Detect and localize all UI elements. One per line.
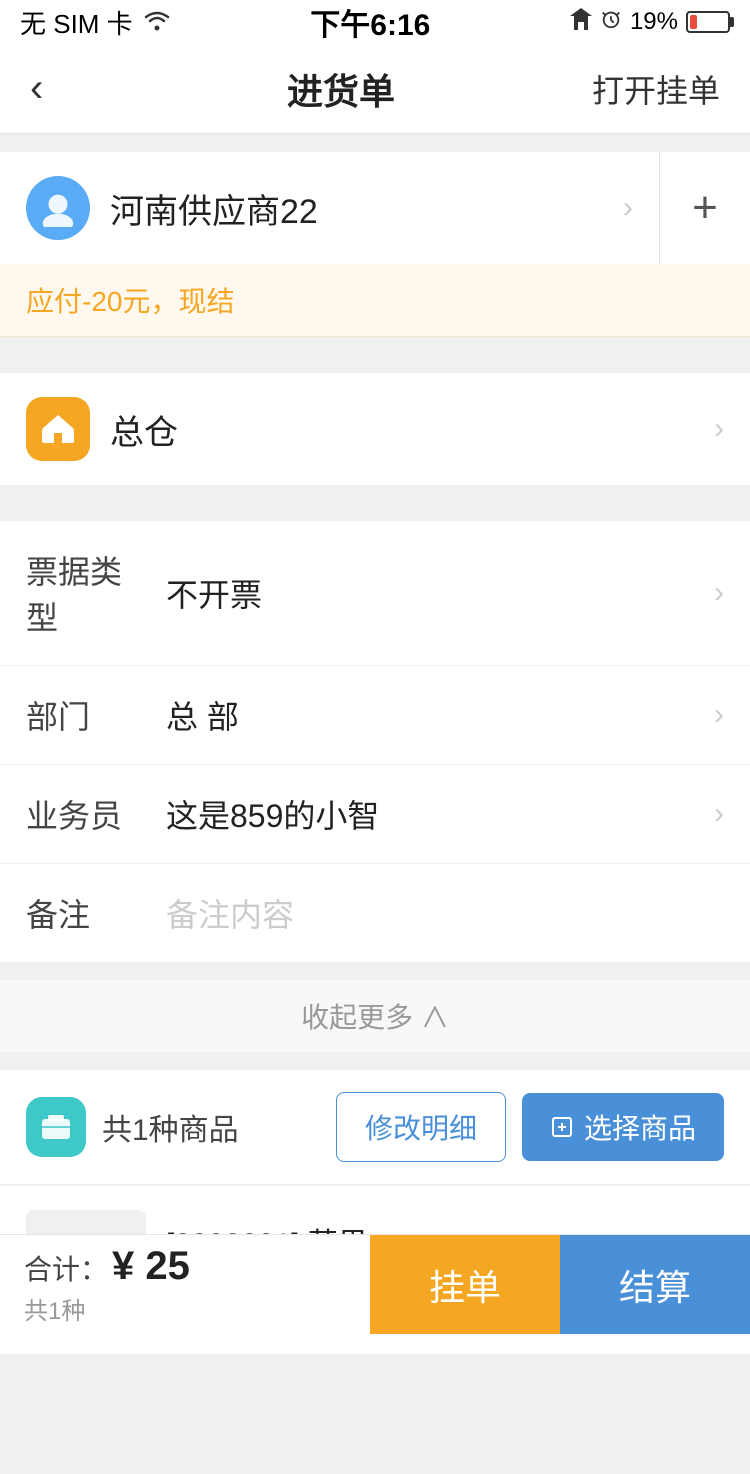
invoice-type-value: 不开票 [146,570,714,616]
supplier-chevron-icon: › [623,191,633,225]
select-product-label: 选择商品 [584,1107,696,1147]
battery-label: 19% [630,8,678,36]
edit-detail-button[interactable]: 修改明细 [336,1092,506,1162]
bottom-bar: 合计： ¥ 25 共1种 挂单 结算 [0,1234,750,1334]
department-row[interactable]: 部门 总 部 › [0,666,750,765]
supplier-name: 河南供应商22 [110,184,613,233]
total-row: 合计： ¥ 25 [24,1244,346,1289]
product-header: 共1种商品 修改明细 选择商品 [0,1070,750,1184]
bottom-spacer [0,1354,750,1474]
warehouse-chevron-icon: › [714,412,724,446]
collapse-label: 收起更多 ∧ [301,996,449,1036]
location-icon [570,8,592,37]
supplier-avatar [26,176,90,240]
status-bar: 无 SIM 卡 下午6:16 19% [0,0,750,44]
collapse-bar[interactable]: 收起更多 ∧ [0,980,750,1052]
invoice-type-row[interactable]: 票据类型 不开票 › [0,521,750,666]
notice-text: 应付-20元，现结 [26,286,234,317]
supplier-selector[interactable]: 河南供应商22 › [0,152,660,264]
salesperson-row[interactable]: 业务员 这是859的小智 › [0,765,750,864]
status-right: 19% [570,8,730,37]
invoice-type-chevron-icon: › [714,576,724,610]
remark-label: 备注 [26,890,146,936]
back-button[interactable]: ‹ [30,66,90,111]
nav-bar: ‹ 进货单 打开挂单 [0,44,750,134]
wifi-icon [143,7,171,38]
salesperson-chevron-icon: › [714,797,724,831]
warehouse-icon [26,397,90,461]
department-label: 部门 [26,692,146,738]
status-time: 下午6:16 [310,0,430,44]
status-left: 无 SIM 卡 [20,4,171,41]
notice-bar: 应付-20元，现结 [0,264,750,337]
hold-button[interactable]: 挂单 [370,1235,560,1334]
warehouse-section[interactable]: 总仓 › [0,373,750,485]
department-chevron-icon: › [714,698,724,732]
salesperson-value: 这是859的小智 [146,791,714,837]
section-gap-1 [0,134,750,152]
remark-row[interactable]: 备注 备注内容 [0,864,750,962]
page-title: 进货单 [287,63,395,115]
total-label: 合计： [24,1248,108,1288]
alarm-icon [600,8,622,37]
warehouse-name: 总仓 [110,405,714,454]
remark-placeholder: 备注内容 [146,890,724,936]
form-section: 票据类型 不开票 › 部门 总 部 › 业务员 这是859的小智 › 备注 备注… [0,521,750,962]
department-value: 总 部 [146,692,714,738]
product-section-icon [26,1097,86,1157]
checkout-button[interactable]: 结算 [560,1235,750,1334]
invoice-type-label: 票据类型 [26,547,146,639]
add-supplier-button[interactable]: + [660,152,750,264]
total-count: 共1种 [24,1291,346,1326]
section-gap-3 [0,485,750,503]
total-amount: ¥ 25 [112,1244,190,1289]
salesperson-label: 业务员 [26,791,146,837]
section-gap-2 [0,337,750,355]
supplier-section: 河南供应商22 › + [0,152,750,264]
select-product-button[interactable]: 选择商品 [522,1093,724,1161]
product-count: 共1种商品 [102,1105,320,1149]
open-hold-button[interactable]: 打开挂单 [592,66,720,112]
battery-icon [686,11,730,33]
total-section: 合计： ¥ 25 共1种 [0,1235,370,1334]
carrier-label: 无 SIM 卡 [20,4,133,41]
